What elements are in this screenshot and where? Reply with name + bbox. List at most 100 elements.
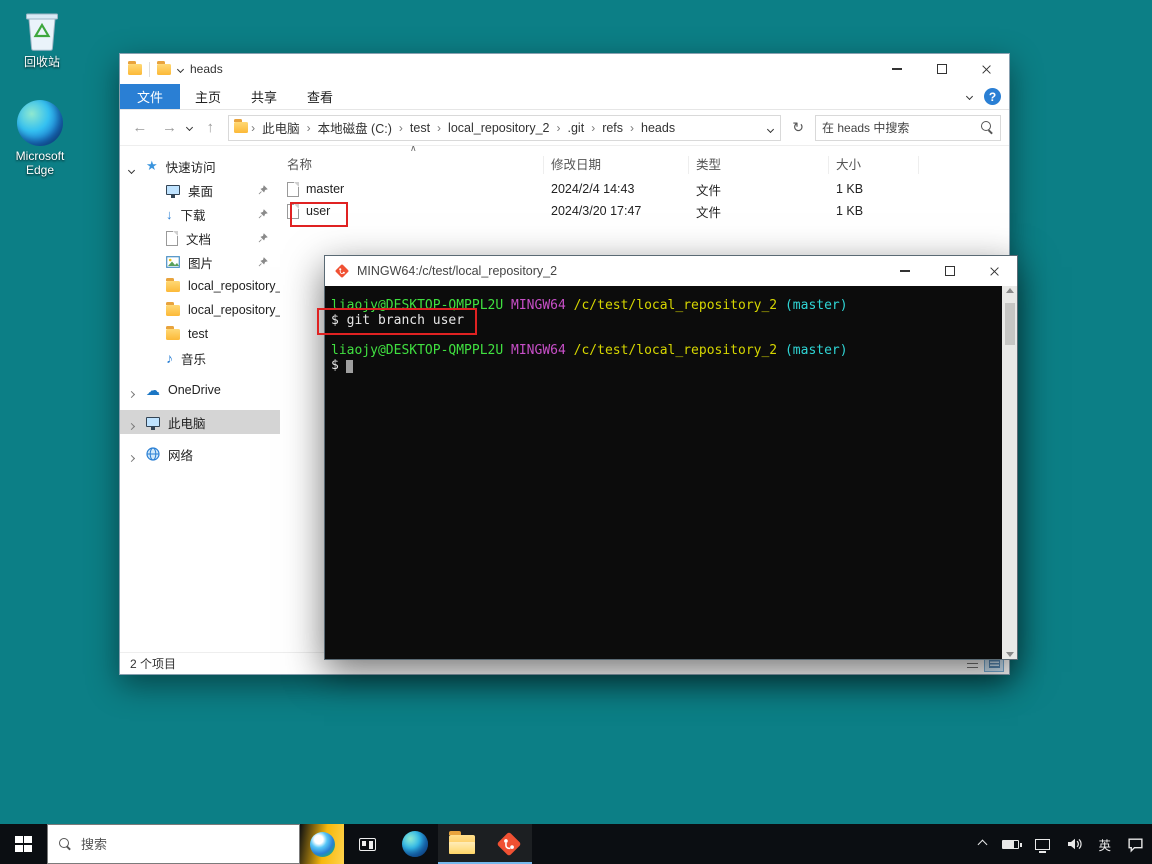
sidebar-item-this-pc[interactable]: 此电脑 [120,410,280,434]
history-dropdown-icon[interactable] [186,123,194,132]
back-icon[interactable]: ← [128,119,152,136]
edge-icon [401,831,428,857]
sidebar-item-test[interactable]: test [120,322,280,346]
scrollbar-thumb[interactable] [1004,303,1015,345]
item-count: 2 个项目 [130,657,177,671]
sidebar-item-documents[interactable]: 文档 [120,226,280,250]
pin-icon [258,209,268,219]
terminal-titlebar[interactable]: MINGW64:/c/test/local_repository_2 [325,256,1017,286]
volume-button[interactable] [1058,824,1090,864]
menu-view[interactable]: 查看 [292,84,348,109]
file-row-user[interactable]: user 2024/3/20 17:47 文件 1 KB [280,200,1009,222]
sidebar-item-pictures[interactable]: 图片 [120,250,280,274]
action-center-button[interactable] [1119,824,1152,864]
battery-button[interactable] [994,824,1027,864]
taskbar-git-button[interactable] [485,824,532,864]
sidebar-item-quick-access[interactable]: ★ 快速访问 [120,154,280,178]
edge-desktop-icon[interactable]: Microsoft Edge [2,100,78,177]
recycle-bin-icon[interactable]: 回收站 [4,8,80,69]
explorer-titlebar[interactable]: heads [120,54,1009,84]
breadcrumb-item[interactable]: refs [598,121,627,135]
explorer-search-box[interactable] [815,114,1002,141]
tray-expand-button[interactable] [971,824,994,864]
minimize-button[interactable] [882,256,927,286]
folder-icon [166,325,180,340]
document-icon [166,230,178,246]
sidebar-item-onedrive[interactable]: ☁ OneDrive [120,378,280,402]
breadcrumb-item[interactable]: heads [637,121,679,135]
action-center-icon [1128,837,1143,853]
explorer-search-input[interactable] [822,120,978,135]
details-view-icon [988,659,1000,668]
terminal-prompt-line: liaojy@DESKTOP-QMPPL2U MINGW64 /c/test/l… [331,343,848,358]
close-button[interactable] [972,256,1017,286]
ribbon-collapse-icon[interactable] [965,92,974,101]
menu-home[interactable]: 主页 [180,84,236,109]
terminal-cursor [345,360,353,373]
terminal-window-controls [882,256,1017,286]
task-view-icon [359,837,376,851]
sidebar-item-local-repository-1[interactable]: local_repository_1 [120,274,280,298]
scroll-up-icon[interactable] [1005,288,1014,293]
edge-logo-icon [17,100,63,146]
file-explorer-icon [448,830,475,854]
maximize-button[interactable] [927,256,972,286]
refresh-icon[interactable]: ↻ [787,119,809,136]
sidebar-item-local-repository-2[interactable]: local_repository_2 [120,298,280,322]
column-header-name[interactable]: 名称 [280,156,544,174]
chevron-right-icon[interactable] [127,422,136,431]
breadcrumb-item[interactable]: test [406,121,434,135]
chevron-right-icon[interactable] [127,454,136,463]
breadcrumb-item[interactable]: local_repository_2 [444,121,553,135]
qat-dropdown-icon[interactable] [176,65,185,73]
terminal-prompt-line: liaojy@DESKTOP-QMPPL2U MINGW64 /c/test/l… [331,298,848,313]
quick-access-toolbar-icon[interactable] [157,60,171,75]
pin-icon [258,257,268,267]
column-header-size[interactable]: 大小 [829,156,919,174]
file-icon [287,181,299,197]
news-widget-button[interactable] [300,824,344,864]
sidebar-item-network[interactable]: 网络 [120,442,280,466]
sidebar-item-music[interactable]: ♪ 音乐 [120,346,280,370]
file-row-master[interactable]: master 2024/2/4 14:43 文件 1 KB [280,178,1009,200]
breadcrumb-item[interactable]: 本地磁盘 (C:) [314,118,396,137]
desktop[interactable]: { "desktop": { "icons": [ {"label": "回收站… [0,0,1152,864]
taskbar-search-box[interactable] [47,824,300,864]
terminal-window[interactable]: MINGW64:/c/test/local_repository_2 liaoj… [317,255,1018,660]
maximize-button[interactable] [919,54,964,84]
network-button[interactable] [1027,824,1058,864]
taskbar-search-input[interactable] [81,836,288,852]
menu-file[interactable]: 文件 [120,84,181,109]
close-button[interactable] [964,54,1009,84]
task-view-button[interactable] [344,824,391,864]
minimize-button[interactable] [874,54,919,84]
taskbar-edge-button[interactable] [391,824,438,864]
start-button[interactable] [0,824,47,864]
up-icon[interactable]: ↑ [198,119,222,136]
search-icon[interactable] [981,121,994,134]
sidebar-item-downloads[interactable]: ↓ 下载 [120,202,280,226]
column-header-date[interactable]: 修改日期 [544,156,689,174]
breadcrumb-separator: › [591,120,596,135]
breadcrumb-separator: › [437,120,442,135]
menu-share[interactable]: 共享 [236,84,292,109]
help-button[interactable]: ? [984,88,1001,105]
terminal-scrollbar[interactable] [1002,286,1017,659]
column-header-type[interactable]: 类型 [689,156,829,174]
windows-logo-icon [15,835,32,853]
forward-icon[interactable]: → [158,119,182,136]
sidebar-item-desktop[interactable]: 桌面 [120,178,280,202]
close-icon [981,64,992,75]
pin-icon [258,233,268,243]
terminal-input-line[interactable]: $ [331,358,997,373]
terminal-content[interactable]: liaojy@DESKTOP-QMPPL2U MINGW64 /c/test/l… [317,286,1017,659]
breadcrumb-item[interactable]: .git [564,121,589,135]
chevron-down-icon[interactable] [127,166,136,175]
breadcrumb-item[interactable]: 此电脑 [258,118,304,137]
chevron-right-icon[interactable] [127,390,136,399]
breadcrumb[interactable]: › 此电脑 › 本地磁盘 (C:) › test › local_reposit… [228,114,782,141]
scroll-down-icon[interactable] [1005,652,1014,657]
language-indicator[interactable]: 英 [1090,824,1119,864]
taskbar-explorer-button[interactable] [438,824,485,864]
address-dropdown-icon[interactable] [767,125,775,133]
